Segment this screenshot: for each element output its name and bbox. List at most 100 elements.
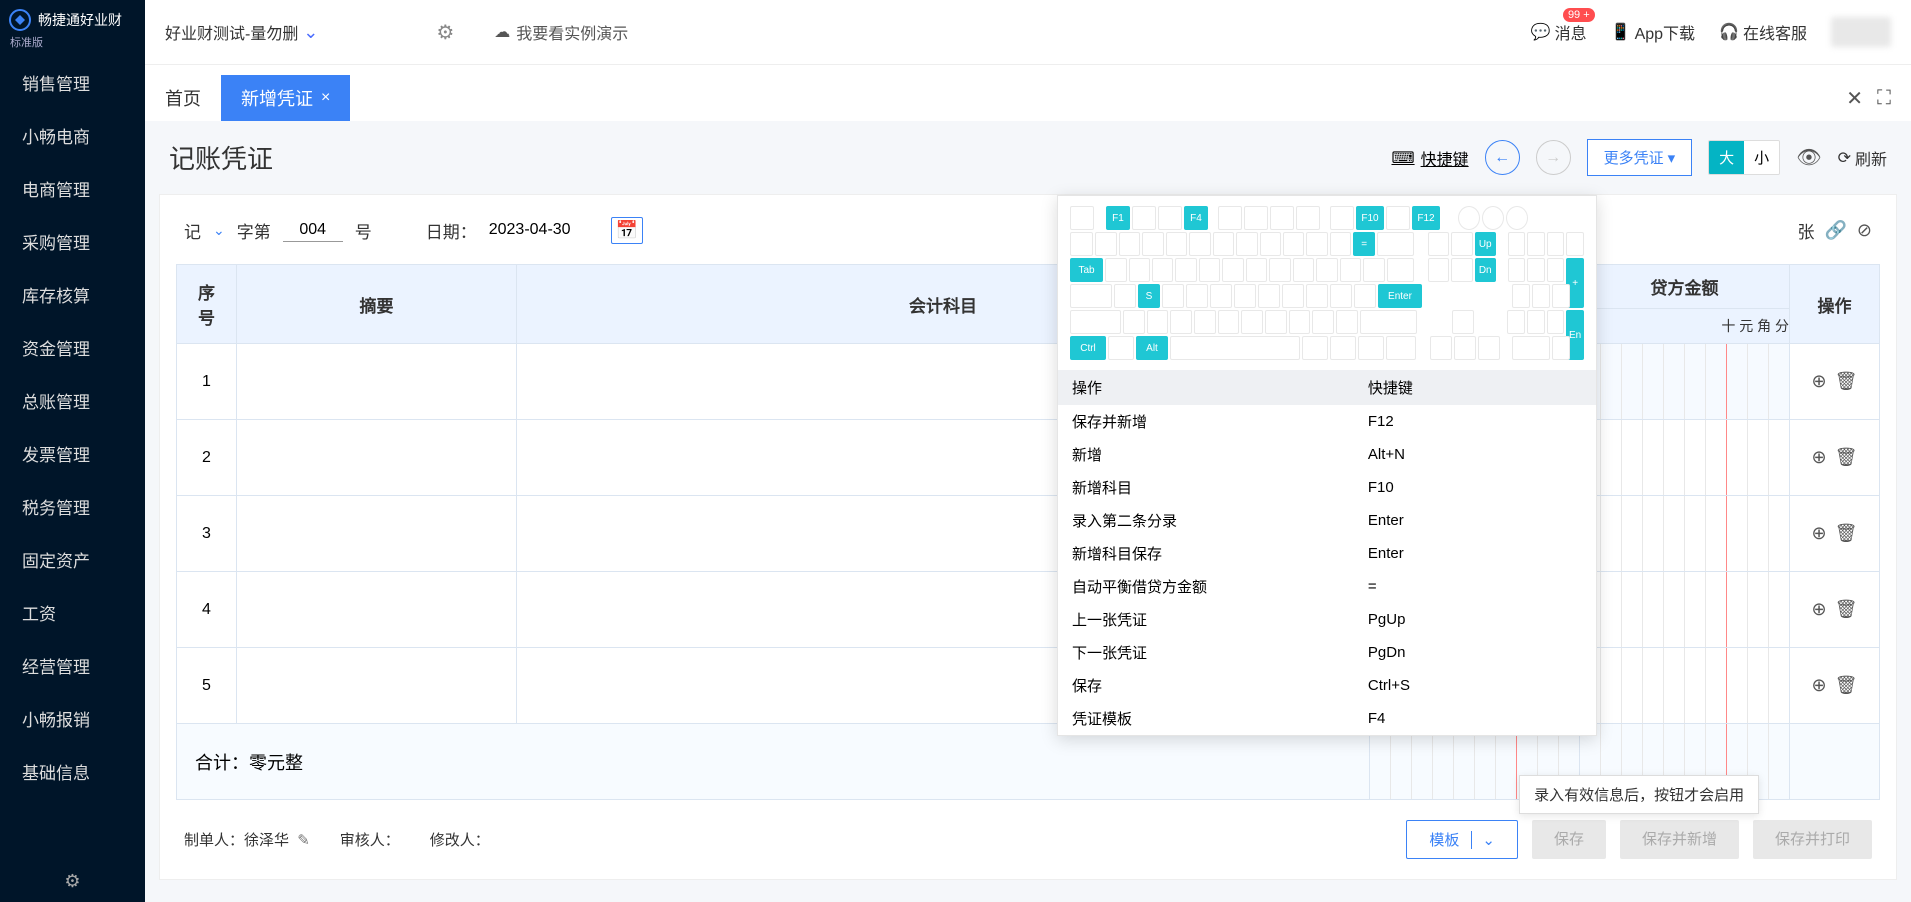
close-icon[interactable]: × (321, 89, 330, 107)
next-voucher-button[interactable]: → (1536, 140, 1571, 175)
key-f10: F10 (1356, 206, 1384, 230)
sum-op (1790, 724, 1880, 800)
voucher-number-input[interactable] (283, 219, 343, 242)
messages-button[interactable]: 💬 消息 99 + (1531, 20, 1587, 44)
sc-key: F12 (1354, 405, 1596, 438)
sidebar-item-7[interactable]: 发票管理 (0, 427, 145, 480)
row-op: ⊕🗑 (1790, 496, 1880, 572)
sidebar-item-9[interactable]: 固定资产 (0, 533, 145, 586)
tab-active[interactable]: 新增凭证 × (221, 75, 350, 121)
topbar-gear-icon[interactable]: ⚙ (436, 20, 454, 45)
summary-cell[interactable] (237, 648, 517, 724)
refresh-label: 刷新 (1855, 146, 1887, 170)
add-row-icon[interactable]: ⊕ (1812, 523, 1827, 543)
date-input[interactable] (489, 221, 599, 240)
sidebar-item-13[interactable]: 基础信息 (0, 745, 145, 798)
add-row-icon[interactable]: ⊕ (1812, 371, 1827, 391)
template-button[interactable]: 模板 ⌄ (1406, 820, 1518, 859)
credit-cell[interactable] (1580, 572, 1790, 648)
sc-op: 录入第二条分录 (1058, 504, 1354, 537)
delete-row-icon[interactable]: 🗑 (1835, 675, 1858, 695)
sheets-label: 张 (1797, 218, 1814, 243)
sidebar-settings-icon[interactable]: ⚙ (64, 871, 80, 891)
delete-row-icon[interactable]: 🗑 (1835, 447, 1858, 467)
summary-cell[interactable] (237, 344, 517, 420)
calendar-icon[interactable]: 📅 (611, 217, 643, 244)
edition-label: 标准版 (0, 32, 145, 56)
shortcut-row: 新增科目保存Enter (1058, 537, 1596, 570)
delete-row-icon[interactable]: 🗑 (1835, 371, 1858, 391)
sidebar-item-5[interactable]: 资金管理 (0, 321, 145, 374)
maker-name: 徐泽华 (244, 832, 289, 849)
row-index: 2 (177, 420, 237, 496)
avatar[interactable] (1831, 17, 1891, 47)
sidebar-item-4[interactable]: 库存核算 (0, 268, 145, 321)
table-row: 2 ⊕ 🗑 (177, 420, 1880, 496)
save-print-button[interactable]: 保存并打印 (1753, 820, 1872, 859)
sidebar-item-2[interactable]: 电商管理 (0, 162, 145, 215)
close-all-icon[interactable]: ✕ (1846, 86, 1863, 111)
messages-label: 消息 (1555, 20, 1587, 44)
tab-home[interactable]: 首页 (165, 75, 201, 121)
size-small-button[interactable]: 小 (1744, 141, 1779, 174)
prev-voucher-button[interactable]: ← (1485, 140, 1520, 175)
refresh-button[interactable]: ⟳ 刷新 (1838, 146, 1887, 170)
sidebar-item-8[interactable]: 税务管理 (0, 480, 145, 533)
attachment-icon[interactable]: 🔗 (1824, 220, 1846, 241)
messages-badge: 99 + (1563, 8, 1595, 22)
demo-link[interactable]: ☁ 我要看实例演示 (494, 20, 628, 44)
voucher-header: 记 ⌄ 字第 号 日期： 📅 张 🔗 ⊘ (176, 211, 1880, 264)
add-row-icon[interactable]: ⊕ (1812, 675, 1827, 695)
size-large-button[interactable]: 大 (1709, 141, 1744, 174)
badge-icon[interactable]: ⊘ (1857, 220, 1872, 241)
sc-op: 自动平衡借贷方金额 (1058, 570, 1354, 603)
edit-icon[interactable]: ✎ (297, 832, 310, 849)
sc-key: Enter (1354, 504, 1596, 537)
delete-row-icon[interactable]: 🗑 (1835, 599, 1858, 619)
sidebar-item-1[interactable]: 小畅电商 (0, 109, 145, 162)
sc-op: 新增 (1058, 438, 1354, 471)
chevron-down-icon[interactable]: ⌄ (213, 222, 225, 239)
delete-row-icon[interactable]: 🗑 (1835, 523, 1858, 543)
credit-cell[interactable] (1580, 344, 1790, 420)
shortcut-row: 凭证模板F4 (1058, 702, 1596, 735)
eye-icon[interactable]: 👁 (1796, 145, 1821, 170)
credit-cell[interactable] (1580, 420, 1790, 496)
save-button[interactable]: 保存 (1532, 820, 1606, 859)
cloud-icon: ☁ (494, 22, 510, 42)
shortcuts-button[interactable]: ⌨ 快捷键 (1392, 146, 1469, 170)
customer-service-button[interactable]: 🎧 在线客服 (1719, 20, 1807, 44)
download-label: App下载 (1635, 20, 1695, 44)
sidebar-item-10[interactable]: 工资 (0, 586, 145, 639)
shortcuts-popover: F1 F4 F10 F12 (1057, 195, 1597, 736)
sidebar-item-12[interactable]: 小畅报销 (0, 692, 145, 745)
row-index: 5 (177, 648, 237, 724)
size-toggle: 大 小 (1708, 140, 1780, 175)
shortcuts-label: 快捷键 (1421, 146, 1469, 170)
table-row: 1⊕🗑 (177, 344, 1880, 420)
fullscreen-icon[interactable]: ⛶ (1877, 87, 1891, 110)
credit-cell[interactable] (1580, 648, 1790, 724)
shortcut-row: 保存并新增F12 (1058, 405, 1596, 438)
sidebar-item-0[interactable]: 销售管理 (0, 56, 145, 109)
org-selector[interactable]: 好业财测试-量勿删 ⌄ (165, 20, 418, 44)
sc-op: 保存 (1058, 669, 1354, 702)
add-row-icon[interactable]: ⊕ (1812, 447, 1827, 467)
add-row-icon[interactable]: ⊕ (1812, 599, 1827, 619)
voucher-card: 记 ⌄ 字第 号 日期： 📅 张 🔗 ⊘ (159, 194, 1897, 880)
more-voucher-label: 更多凭证 (1604, 147, 1664, 168)
sc-key: Enter (1354, 537, 1596, 570)
save-new-button[interactable]: 保存并新增 (1620, 820, 1739, 859)
credit-cell[interactable] (1580, 496, 1790, 572)
demo-label: 我要看实例演示 (516, 20, 628, 44)
sidebar-item-6[interactable]: 总账管理 (0, 374, 145, 427)
app-download-button[interactable]: 📱 App下载 (1611, 20, 1695, 44)
summary-cell[interactable] (237, 420, 517, 496)
summary-cell[interactable] (237, 572, 517, 648)
date-label: 日期： (426, 218, 477, 243)
summary-cell[interactable] (237, 496, 517, 572)
key-ctrl: Ctrl (1070, 336, 1106, 360)
sidebar-item-3[interactable]: 采购管理 (0, 215, 145, 268)
sidebar-item-11[interactable]: 经营管理 (0, 639, 145, 692)
more-vouchers-button[interactable]: 更多凭证 ▾ (1587, 139, 1693, 176)
